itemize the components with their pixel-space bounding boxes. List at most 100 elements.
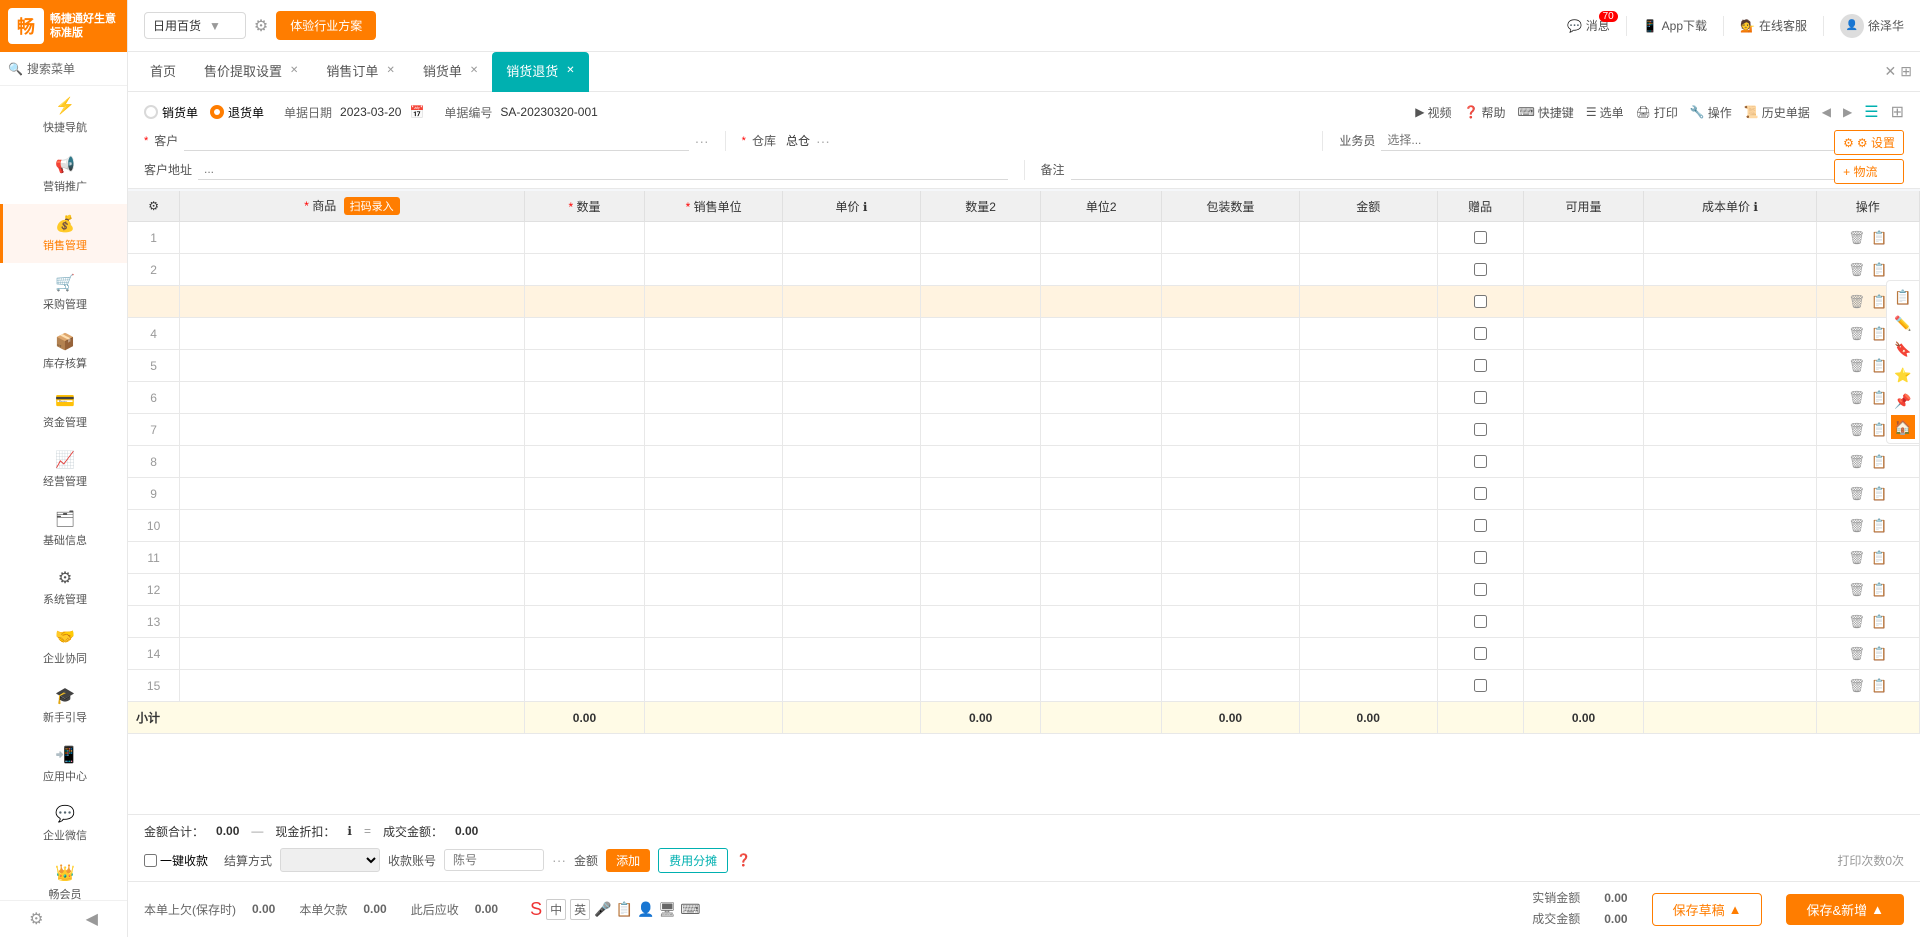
customer-picker-btn[interactable]: ··· [695, 133, 709, 149]
radio-delivery[interactable]: 销货单 [144, 104, 198, 121]
calc-method-select[interactable] [280, 848, 380, 872]
delete-row-icon-7[interactable]: 🗑 [1848, 422, 1865, 438]
save-draft-btn[interactable]: 保存草稿 ▲ [1652, 893, 1763, 926]
tab-close-sale-delivery[interactable]: ✕ [470, 65, 478, 76]
row-gift-cell-14[interactable] [1437, 638, 1523, 670]
row-gift-cell-1[interactable] [1437, 222, 1523, 254]
tab-close-sale-price[interactable]: ✕ [290, 65, 298, 76]
sidebar-item-inventory[interactable]: 📦库存核算 [0, 322, 127, 381]
gift-checkbox-15[interactable] [1474, 679, 1487, 692]
sidebar-item-wechat[interactable]: 💬企业微信 [0, 794, 127, 853]
sidebar-item-app-center[interactable]: 📲应用中心 [0, 735, 127, 794]
copy-row-icon-7[interactable]: 📋 [1871, 422, 1887, 438]
delete-row-icon-5[interactable]: 🗑 [1848, 358, 1865, 374]
qa-btn-3[interactable]: 🔖 [1891, 337, 1915, 361]
sidebar-item-system[interactable]: ⚙系统管理 [0, 558, 127, 617]
sidebar-item-member[interactable]: 👑畅会员 [0, 853, 127, 900]
tab-sale-order[interactable]: 销售订单✕ [312, 52, 408, 92]
row-gift-cell-7[interactable] [1437, 414, 1523, 446]
copy-row-icon-14[interactable]: 📋 [1871, 646, 1887, 662]
copy-row-icon-13[interactable]: 📋 [1871, 614, 1887, 630]
qa-btn-1[interactable]: 📋 [1891, 285, 1915, 309]
row-gift-cell-10[interactable] [1437, 510, 1523, 542]
copy-row-icon-5[interactable]: 📋 [1871, 358, 1887, 374]
delete-row-icon-2[interactable]: 🗑 [1848, 262, 1865, 278]
gift-checkbox-10[interactable] [1474, 519, 1487, 532]
sidebar-item-basic[interactable]: 🗂基础信息 [0, 499, 127, 558]
close-all-tabs-icon[interactable]: ✕ [1885, 63, 1897, 80]
shortcut-btn[interactable]: ⌨ 快捷键 [1517, 104, 1573, 121]
operate-btn[interactable]: 🔧 操作 [1690, 104, 1732, 121]
date-picker-icon[interactable]: 📅 [409, 105, 424, 119]
row-gift-cell-3[interactable] [1437, 286, 1523, 318]
qa-btn-4[interactable]: ⭐ [1891, 363, 1915, 387]
row-gift-cell-5[interactable] [1437, 350, 1523, 382]
copy-row-icon-8[interactable]: 📋 [1871, 454, 1887, 470]
qa-btn-2[interactable]: ✏️ [1891, 311, 1915, 335]
customer-input[interactable] [184, 130, 688, 151]
row-gift-cell-2[interactable] [1437, 254, 1523, 286]
delete-row-icon-8[interactable]: 🗑 [1848, 454, 1865, 470]
sidebar-item-quick-nav[interactable]: ⚡快捷导航 [0, 86, 127, 145]
print-btn[interactable]: 🖨 打印 [1636, 104, 1678, 121]
sidebar-item-marketing[interactable]: 📢营销推广 [0, 145, 127, 204]
gift-checkbox-11[interactable] [1474, 551, 1487, 564]
gift-checkbox-13[interactable] [1474, 615, 1487, 628]
copy-row-icon-9[interactable]: 📋 [1871, 486, 1887, 502]
tab-close-sale-return[interactable]: ✕ [566, 65, 574, 76]
copy-row-icon-1[interactable]: 📋 [1871, 230, 1887, 246]
topbar-online-service[interactable]: 💁 在线客服 [1740, 17, 1807, 34]
nav-prev-icon[interactable]: ◀ [1822, 105, 1831, 119]
one-key-collect-checkbox[interactable]: 一键收款 [144, 852, 208, 869]
save-new-btn[interactable]: 保存&新增 ▲ [1786, 894, 1904, 925]
row-gift-cell-13[interactable] [1437, 606, 1523, 638]
collapse-icon[interactable]: ◀ [86, 909, 98, 929]
sidebar-item-finance[interactable]: 💳资金管理 [0, 381, 127, 440]
gift-checkbox-5[interactable] [1474, 359, 1487, 372]
delete-row-icon-10[interactable]: 🗑 [1848, 518, 1865, 534]
gift-checkbox-6[interactable] [1474, 391, 1487, 404]
qa-btn-5[interactable]: 📌 [1891, 389, 1915, 413]
settings-btn[interactable]: ⚙ ⚙ 设置 [1834, 130, 1904, 155]
help-btn[interactable]: ❓ 帮助 [1464, 104, 1506, 121]
topbar-user[interactable]: 👤 徐泽华 [1840, 14, 1904, 38]
view-grid-icon[interactable]: ⊞ [1891, 102, 1904, 122]
topbar-app-download[interactable]: 📱 App下载 [1643, 17, 1707, 34]
radio-return[interactable]: 退货单 [210, 104, 264, 121]
sidebar-item-enterprise[interactable]: 🤝企业协同 [0, 617, 127, 676]
delete-row-icon-9[interactable]: 🗑 [1848, 486, 1865, 502]
expand-tabs-icon[interactable]: ⊞ [1900, 63, 1912, 80]
tab-sale-price[interactable]: 售价提取设置✕ [190, 52, 312, 92]
select-order-btn[interactable]: ☰ 选单 [1586, 104, 1624, 121]
tab-sale-return[interactable]: 销货退货✕ [492, 52, 588, 92]
nav-next-icon[interactable]: ▶ [1843, 105, 1852, 119]
qa-btn-6[interactable]: 🏠 [1891, 415, 1915, 439]
copy-row-icon-6[interactable]: 📋 [1871, 390, 1887, 406]
product-input-3[interactable] [184, 295, 520, 309]
gift-checkbox-2[interactable] [1474, 263, 1487, 276]
delete-row-icon-3[interactable]: 🗑 [1848, 294, 1865, 310]
tab-sale-delivery[interactable]: 销货单✕ [409, 52, 492, 92]
account-picker-btn[interactable]: ··· [552, 852, 566, 868]
gift-checkbox-8[interactable] [1474, 455, 1487, 468]
row-gift-cell-15[interactable] [1437, 670, 1523, 702]
scan-btn[interactable]: 扫码录入 [344, 197, 400, 215]
gift-checkbox-3[interactable] [1474, 295, 1487, 308]
tab-close-sale-order[interactable]: ✕ [386, 65, 394, 76]
warehouse-picker-btn[interactable]: ··· [816, 133, 830, 149]
remark-input[interactable] [1071, 159, 1904, 180]
sidebar-item-operation[interactable]: 📈经营管理 [0, 440, 127, 499]
add-payment-btn[interactable]: 添加 [606, 849, 650, 872]
tab-home[interactable]: 首页 [136, 52, 190, 92]
view-list-icon[interactable]: ☰ [1864, 102, 1878, 122]
copy-row-icon-2[interactable]: 📋 [1871, 262, 1887, 278]
copy-row-icon-11[interactable]: 📋 [1871, 550, 1887, 566]
row-gift-cell-8[interactable] [1437, 446, 1523, 478]
delete-row-icon-14[interactable]: 🗑 [1848, 646, 1865, 662]
copy-row-icon-4[interactable]: 📋 [1871, 326, 1887, 342]
topbar-department-select[interactable]: 日用百货 ▼ [144, 12, 246, 39]
history-btn[interactable]: 📜 历史单据 [1744, 104, 1810, 121]
delete-row-icon-1[interactable]: 🗑 [1848, 230, 1865, 246]
delete-row-icon-13[interactable]: 🗑 [1848, 614, 1865, 630]
gift-checkbox-1[interactable] [1474, 231, 1487, 244]
